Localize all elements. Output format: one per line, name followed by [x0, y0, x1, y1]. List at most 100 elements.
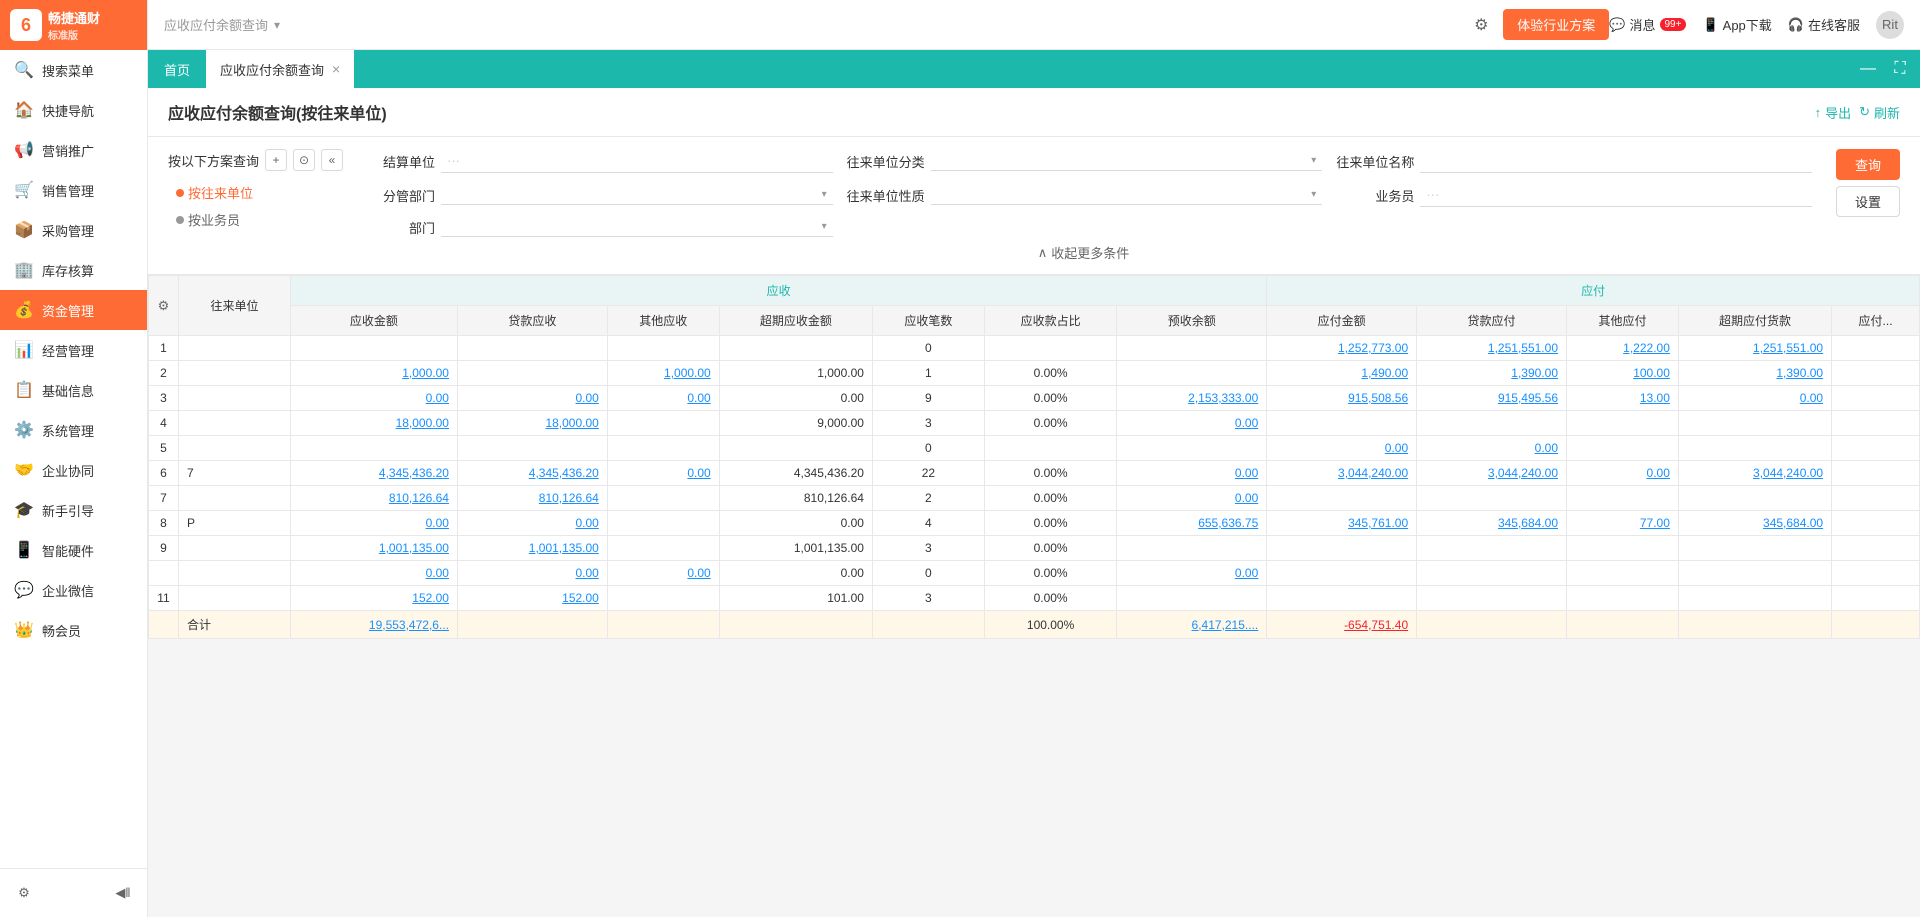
page-header: 应收应付余额查询(按往来单位) ↑ 导出 ↻ 刷新: [148, 88, 1920, 137]
sidebar-item-purchase[interactable]: 📦 采购管理: [0, 210, 147, 250]
breadcrumb: 应收应付余额查询 ▾: [164, 15, 1467, 34]
operation-icon: 📊: [14, 340, 34, 360]
trial-button[interactable]: 体验行业方案: [1503, 9, 1609, 40]
filter-field-partner-nature: 往来单位性质 ▾: [845, 183, 1323, 207]
topbar: 应收应付余额查询 ▾ ⚙ 体验行业方案 💬 消息 99+ 📱 App下载 🎧 在…: [148, 0, 1920, 50]
tabbar: 首页 应收应付余额查询 × — ⛶: [148, 50, 1920, 88]
headphone-icon: 🎧: [1788, 17, 1804, 33]
partner-nature-select[interactable]: ▾: [931, 185, 1323, 205]
filter-more-button[interactable]: ∧ 收起更多条件: [1038, 243, 1130, 262]
col-loan-ap: 贷款应付: [1417, 306, 1567, 336]
nav-dot-1: [176, 189, 184, 197]
sidebar-item-quicknav[interactable]: 🏠 快捷导航: [0, 90, 147, 130]
sidebar-item-sales[interactable]: 🛒 销售管理: [0, 170, 147, 210]
breadcrumb-text: 应收应付余额查询: [164, 15, 268, 34]
export-button[interactable]: ↑ 导出: [1815, 103, 1852, 122]
message-label: 消息: [1629, 15, 1655, 34]
collab-icon: 🤝: [14, 460, 34, 480]
refresh-button[interactable]: ↻ 刷新: [1859, 103, 1900, 122]
footer-prepay[interactable]: 6,417,215....: [1117, 611, 1267, 639]
table-row: 11152.00152.00101.0030.00%: [149, 586, 1920, 611]
customer-service-button[interactable]: 🎧 在线客服: [1788, 15, 1860, 34]
page-title: 应收应付余额查询(按往来单位): [168, 100, 387, 124]
filter-field-settlement: 结算单位 ···: [355, 149, 833, 173]
table-row: 0.000.000.000.0000.00%0.00: [149, 561, 1920, 586]
sidebar-item-system[interactable]: ⚙️ 系统管理: [0, 410, 147, 450]
sidebar-item-member[interactable]: 👑 畅会员: [0, 610, 147, 650]
filter-collapse-icon[interactable]: «: [321, 149, 343, 171]
sidebar-collapse-icon[interactable]: ◀‖: [109, 879, 137, 907]
salesperson-input[interactable]: ···: [1420, 183, 1812, 207]
customer-service-label: 在线客服: [1808, 15, 1860, 34]
sidebar-settings-icon[interactable]: ⚙: [10, 879, 38, 907]
query-button[interactable]: 查询: [1836, 149, 1900, 180]
footer-ap-amount[interactable]: -654,751.40: [1267, 611, 1417, 639]
table-row: 91,001,135.001,001,135.001,001,135.0030.…: [149, 536, 1920, 561]
finance-icon: 💰: [14, 300, 34, 320]
app-logo: 6 畅捷通财 标准版: [0, 0, 147, 50]
dept-select[interactable]: ▾: [441, 185, 833, 205]
sidebar-item-operation[interactable]: 📊 经营管理: [0, 330, 147, 370]
table-row: 21,000.001,000.001,000.0010.00%1,490.001…: [149, 361, 1920, 386]
basic-icon: 📋: [14, 380, 34, 400]
tab-ar-balance[interactable]: 应收应付余额查询 ×: [206, 50, 354, 88]
sidebar-item-marketing[interactable]: 📢 营销推广: [0, 130, 147, 170]
sidebar-item-guide[interactable]: 🎓 新手引导: [0, 490, 147, 530]
purchase-icon: 📦: [14, 220, 34, 240]
system-icon: ⚙️: [14, 420, 34, 440]
maximize-icon[interactable]: ⛶: [1888, 57, 1912, 81]
logo-text: 畅捷通财 标准版: [48, 8, 100, 42]
tab-close-icon[interactable]: ×: [332, 61, 340, 77]
col-other-ap: 其他应付: [1567, 306, 1679, 336]
query-buttons: 查询 设置: [1836, 149, 1900, 217]
sidebar-item-finance[interactable]: 💰 资金管理: [0, 290, 147, 330]
col-ar-amount: 应收金额: [290, 306, 457, 336]
col-settings-header: ⚙: [149, 276, 179, 336]
minimize-icon[interactable]: —: [1856, 57, 1880, 81]
footer-settings-cell: [149, 611, 179, 639]
filter-nav-partner[interactable]: 按往来单位: [168, 179, 343, 206]
settings-button[interactable]: 设置: [1836, 186, 1900, 217]
partner-category-select[interactable]: ▾: [931, 151, 1323, 171]
footer-ar-amount[interactable]: 19,553,472,6...: [290, 611, 457, 639]
filter-nav: 按以下方案查询 + ⊙ « 按往来单位 按业务员: [168, 149, 343, 233]
partner-name-input[interactable]: [1420, 149, 1812, 173]
table-settings-icon[interactable]: ⚙: [158, 298, 170, 313]
refresh-icon: ↻: [1859, 104, 1870, 120]
breadcrumb-chevron: ▾: [274, 18, 280, 32]
app-icon: 📱: [1702, 17, 1718, 33]
filter-more-area: ∧ 收起更多条件: [355, 243, 1812, 262]
filter-settings-icon[interactable]: ⊙: [293, 149, 315, 171]
subdept-select[interactable]: ▾: [441, 217, 833, 237]
filter-field-dept: 分管部门 ▾: [355, 183, 833, 207]
filter-area: 按以下方案查询 + ⊙ « 按往来单位 按业务员: [148, 137, 1920, 275]
export-icon: ↑: [1815, 105, 1822, 120]
sidebar-item-basic[interactable]: 📋 基础信息: [0, 370, 147, 410]
app-download-button[interactable]: 📱 App下载: [1702, 15, 1771, 34]
topbar-gear-icon[interactable]: ⚙: [1467, 11, 1495, 39]
settlement-input[interactable]: ···: [441, 149, 833, 173]
user-avatar[interactable]: Rit: [1876, 11, 1904, 39]
col-other-ar: 其他应收: [607, 306, 719, 336]
filter-nav-salesperson[interactable]: 按业务员: [168, 206, 343, 233]
logo-icon: 6: [10, 9, 42, 41]
sidebar-item-search[interactable]: 🔍 搜索菜单: [0, 50, 147, 90]
message-button[interactable]: 💬 消息 99+: [1609, 15, 1686, 34]
col-overdue-ar: 超期应收金额: [719, 306, 872, 336]
filter-add-button[interactable]: +: [265, 149, 287, 171]
tabbar-controls: — ⛶: [1856, 57, 1920, 81]
table-row: 674,345,436.204,345,436.200.004,345,436.…: [149, 461, 1920, 486]
topbar-right: 💬 消息 99+ 📱 App下载 🎧 在线客服 Rit: [1609, 11, 1904, 39]
col-ar-group-header: 应收: [290, 276, 1266, 306]
sidebar-item-wechat[interactable]: 💬 企业微信: [0, 570, 147, 610]
sidebar-item-inventory[interactable]: 🏢 库存核算: [0, 250, 147, 290]
page-content: 应收应付余额查询(按往来单位) ↑ 导出 ↻ 刷新 按以下方案查询: [148, 88, 1920, 917]
sidebar-item-hardware[interactable]: 📱 智能硬件: [0, 530, 147, 570]
filter-field-partner-name: 往来单位名称: [1334, 149, 1812, 173]
sidebar-item-collab[interactable]: 🤝 企业协同: [0, 450, 147, 490]
tab-home[interactable]: 首页: [148, 50, 206, 88]
sidebar-bottom: ⚙ ◀‖: [0, 868, 147, 917]
col-ap-amount: 应付金额: [1267, 306, 1417, 336]
home-icon: 🏠: [14, 100, 34, 120]
main-area: 应收应付余额查询 ▾ ⚙ 体验行业方案 💬 消息 99+ 📱 App下载 🎧 在…: [148, 0, 1920, 917]
